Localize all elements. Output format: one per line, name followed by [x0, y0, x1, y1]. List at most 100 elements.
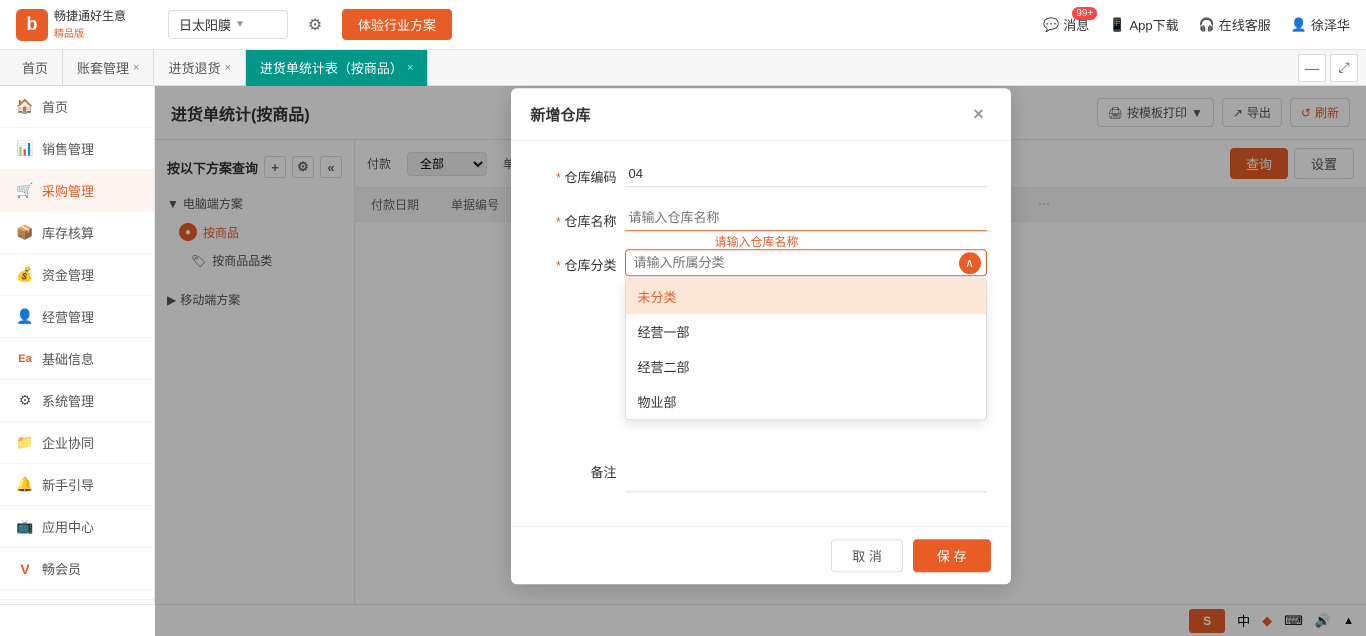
message-icon: 💬: [1043, 17, 1059, 33]
tab-purchase-stat[interactable]: 进货单统计表（按商品） ×: [246, 50, 428, 86]
content-area: 进货单统计(按商品) 🖨 按模板打印 ▼ ↗ 导出 ↺ 刷新: [155, 86, 1366, 636]
main-layout: 🏠 首页 📊 销售管理 🛒 采购管理 📦 库存核算 💰 资金管理 👤 经营管理 …: [0, 86, 1366, 636]
tab-right-buttons: — ⤢: [1298, 54, 1358, 82]
required-star-name: *: [556, 214, 565, 229]
tab-account-label: 账套管理: [77, 58, 129, 77]
warehouse-code-input[interactable]: [625, 161, 987, 187]
form-row-name: * 仓库名称 请输入仓库名称: [535, 205, 987, 231]
remark-textarea[interactable]: [625, 456, 987, 492]
sales-icon: 📊: [16, 140, 34, 158]
code-label: * 仓库编码: [535, 161, 625, 186]
sidebar-guide-label: 新手引导: [42, 475, 94, 494]
tab-home-label: 首页: [22, 58, 48, 77]
sidebar-sales-label: 销售管理: [42, 139, 94, 158]
modal-close-button[interactable]: ×: [967, 102, 991, 126]
sidebar-operations-label: 经营管理: [42, 307, 94, 326]
tab-home[interactable]: 首页: [8, 50, 63, 86]
modal-title: 新增仓库: [531, 104, 591, 125]
sidebar-item-inventory[interactable]: 📦 库存核算: [0, 212, 154, 254]
logo-badge: 精品版: [54, 25, 126, 40]
basic-info-icon: Ea: [16, 350, 34, 368]
sidebar-item-purchase[interactable]: 🛒 采购管理: [0, 170, 154, 212]
sidebar-app-center-label: 应用中心: [42, 517, 94, 536]
message-btn[interactable]: 💬 消息 99+: [1043, 15, 1089, 34]
customer-service-btn[interactable]: 🎧 在线客服: [1199, 15, 1271, 34]
logo-icon: b: [16, 9, 48, 41]
category-label: * 仓库分类: [535, 249, 625, 274]
tab-expand-btn[interactable]: ⤢: [1330, 54, 1358, 82]
category-select-wrap: ∧ 未分类 经营一部 经营二部 物业部: [625, 249, 987, 276]
dropdown-item-uncategorized[interactable]: 未分类: [626, 279, 986, 314]
mobile-icon: 📱: [1109, 17, 1125, 33]
sidebar-inventory-label: 库存核算: [42, 223, 94, 242]
tab-account[interactable]: 账套管理 ×: [63, 50, 154, 86]
tab-minimize-btn[interactable]: —: [1298, 54, 1326, 82]
tab-purchase-stat-label: 进货单统计表（按商品）: [260, 58, 403, 77]
name-label: * 仓库名称: [535, 205, 625, 230]
sidebar-item-sales[interactable]: 📊 销售管理: [0, 128, 154, 170]
sidebar-item-enterprise[interactable]: 📁 企业协同: [0, 422, 154, 464]
logo-text: 畅捷通好生意: [54, 9, 126, 25]
logo-area: b 畅捷通好生意 精品版: [16, 9, 156, 41]
form-row-code: * 仓库编码: [535, 161, 987, 187]
sidebar-item-member[interactable]: V 畅会员: [0, 548, 154, 590]
operations-icon: 👤: [16, 308, 34, 326]
sidebar-finance-label: 资金管理: [42, 265, 94, 284]
tab-purchase-return-close[interactable]: ×: [224, 62, 230, 74]
form-row-remark: 备注: [535, 456, 987, 492]
sidebar-item-basic-info[interactable]: Ea 基础信息: [0, 338, 154, 380]
trial-button[interactable]: 体验行业方案: [342, 9, 452, 40]
sidebar-item-app-center[interactable]: 📺 应用中心: [0, 506, 154, 548]
store-selector[interactable]: 日太阳膜 ▼: [168, 10, 288, 39]
sidebar-member-label: 畅会员: [42, 559, 81, 578]
user-avatar: 👤: [1291, 17, 1307, 33]
required-star-category: *: [556, 258, 565, 273]
sidebar-item-operations[interactable]: 👤 经营管理: [0, 296, 154, 338]
sidebar-item-home[interactable]: 🏠 首页: [0, 86, 154, 128]
sidebar-home-label: 首页: [42, 97, 68, 116]
guide-icon: 🔔: [16, 476, 34, 494]
warehouse-name-input[interactable]: [625, 205, 987, 231]
tab-bar: 首页 账套管理 × 进货退货 × 进货单统计表（按商品） × — ⤢: [0, 50, 1366, 86]
store-dropdown-arrow: ▼: [235, 19, 245, 30]
dropdown-item-dept1[interactable]: 经营一部: [626, 314, 986, 349]
app-center-icon: 📺: [16, 518, 34, 536]
sidebar-purchase-label: 采购管理: [42, 181, 94, 200]
user-profile-btn[interactable]: 👤 徐泽华: [1291, 15, 1350, 34]
headphone-icon: 🎧: [1199, 17, 1215, 33]
tab-purchase-return[interactable]: 进货退货 ×: [154, 50, 245, 86]
store-name: 日太阳膜: [179, 15, 231, 34]
home-icon: 🏠: [16, 98, 34, 116]
dropdown-item-dept2[interactable]: 经营二部: [626, 349, 986, 384]
header-right: 💬 消息 99+ 📱 App下载 🎧 在线客服 👤 徐泽华: [1043, 15, 1350, 34]
purchase-icon: 🛒: [16, 182, 34, 200]
modal-body: * 仓库编码 * 仓库名称 请输入仓库名称: [511, 141, 1011, 526]
finance-icon: 💰: [16, 266, 34, 284]
required-star-code: *: [556, 170, 565, 185]
tab-purchase-return-label: 进货退货: [168, 58, 220, 77]
top-header: b 畅捷通好生意 精品版 日太阳膜 ▼ ⚙ 体验行业方案 💬 消息 99+ 📱 …: [0, 0, 1366, 50]
system-icon: ⚙: [16, 392, 34, 410]
modal-header: 新增仓库 ×: [511, 88, 1011, 141]
sidebar-system-label: 系统管理: [42, 391, 94, 410]
sidebar-enterprise-label: 企业协同: [42, 433, 94, 452]
tab-account-close[interactable]: ×: [133, 62, 139, 74]
new-warehouse-modal: 新增仓库 × * 仓库编码 * 仓库名称: [511, 88, 1011, 584]
app-download-btn[interactable]: 📱 App下载: [1109, 15, 1178, 34]
category-input[interactable]: [625, 249, 987, 276]
message-badge: 99+: [1072, 7, 1097, 20]
sidebar-item-system[interactable]: ⚙ 系统管理: [0, 380, 154, 422]
settings-icon[interactable]: ⚙: [300, 10, 330, 40]
sidebar-item-finance[interactable]: 💰 资金管理: [0, 254, 154, 296]
dropdown-item-dept3[interactable]: 物业部: [626, 384, 986, 419]
member-icon: V: [16, 560, 34, 578]
save-button[interactable]: 保 存: [913, 539, 991, 572]
cancel-button[interactable]: 取 消: [831, 539, 903, 572]
tab-purchase-stat-close[interactable]: ×: [407, 62, 413, 74]
sidebar-basic-info-label: 基础信息: [42, 349, 94, 368]
category-dropdown-toggle[interactable]: ∧: [959, 252, 981, 274]
category-dropdown: 未分类 经营一部 经营二部 物业部: [625, 278, 987, 420]
modal-footer: 取 消 保 存: [511, 526, 1011, 584]
sidebar-item-guide[interactable]: 🔔 新手引导: [0, 464, 154, 506]
remark-label: 备注: [535, 456, 625, 481]
